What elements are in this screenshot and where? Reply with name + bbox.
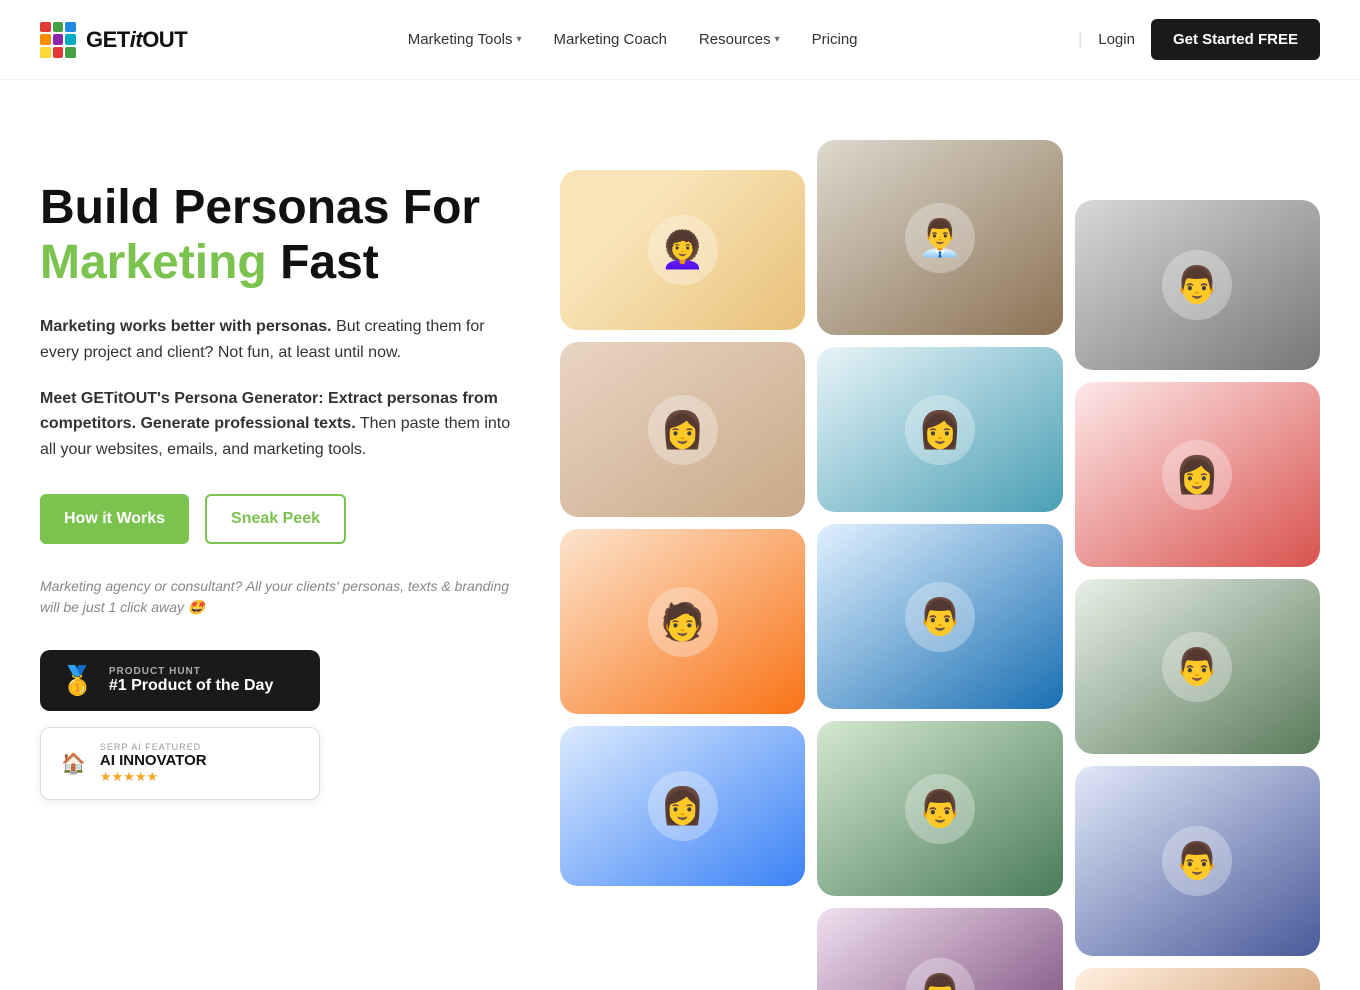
photo-col-1: 👩‍🦱 👩 🧑 👩 xyxy=(560,170,805,990)
how-it-works-button[interactable]: How it Works xyxy=(40,494,189,544)
person-photo-1: 👩‍🦱 xyxy=(560,170,805,330)
person-photo-4: 👩 xyxy=(560,342,805,517)
ai-innovator-badge[interactable]: 🏠 SERP AI Featured AI INNOVATOR ★★★★★ xyxy=(40,727,320,800)
person-icon-1: 👩‍🦱 xyxy=(648,215,718,285)
chevron-down-icon-2: ▾ xyxy=(775,34,780,45)
get-started-button[interactable]: Get Started FREE xyxy=(1151,19,1320,60)
person-icon-10: 👩 xyxy=(648,771,718,841)
person-photo-6: 👩 xyxy=(1075,382,1320,567)
person-photo-5: 👩 xyxy=(817,347,1062,512)
badges-container: 🥇 PRODUCT HUNT #1 Product of the Day 🏠 S… xyxy=(40,650,520,800)
person-icon-12: 👨 xyxy=(1162,826,1232,896)
logo[interactable]: GETitOUT xyxy=(40,22,187,58)
person-photo-11: 👨 xyxy=(817,721,1062,896)
person-photo-2: 👨‍💼 xyxy=(817,140,1062,335)
hero-description-2: Meet GETitOUT's Persona Generator: Extra… xyxy=(40,386,520,463)
ai-logo-icon: 🏠 xyxy=(61,751,86,776)
nav-actions: | Login Get Started FREE xyxy=(1078,19,1320,60)
logo-text: GETitOUT xyxy=(86,27,187,53)
hero-buttons: How it Works Sneak Peek xyxy=(40,494,520,544)
photo-col-3: 👨 👩 👨 👨 👩 xyxy=(1075,200,1320,990)
chevron-down-icon: ▾ xyxy=(517,34,522,45)
nav-link-pricing[interactable]: Pricing xyxy=(812,31,858,48)
medal-icon: 🥇 xyxy=(60,664,95,697)
product-hunt-badge[interactable]: 🥇 PRODUCT HUNT #1 Product of the Day xyxy=(40,650,320,711)
nav-links: Marketing Tools ▾ Marketing Coach Resour… xyxy=(408,31,858,48)
hero-title: Build Personas For Marketing Fast xyxy=(40,180,520,290)
person-icon-5: 👩 xyxy=(905,395,975,465)
nav-divider: | xyxy=(1078,31,1082,49)
hero-section: Build Personas For Marketing Fast Market… xyxy=(0,80,1360,990)
person-icon-6: 👩 xyxy=(1162,440,1232,510)
person-photo-7: 🧑 xyxy=(560,529,805,714)
logo-icon xyxy=(40,22,76,58)
navbar: GETitOUT Marketing Tools ▾ Marketing Coa… xyxy=(0,0,1360,80)
ph-badge-text: PRODUCT HUNT #1 Product of the Day xyxy=(109,666,273,695)
photo-col-2: 👨‍💼 👩 👨 👨 👨 xyxy=(817,140,1062,990)
person-photo-3: 👨 xyxy=(1075,200,1320,370)
person-photo-12: 👨 xyxy=(1075,766,1320,956)
hero-description-1: Marketing works better with personas. Bu… xyxy=(40,314,520,365)
nav-link-resources[interactable]: Resources ▾ xyxy=(699,31,780,48)
hero-subtext: Marketing agency or consultant? All your… xyxy=(40,576,520,618)
person-icon-14: 👨 xyxy=(905,958,975,990)
hero-left: Build Personas For Marketing Fast Market… xyxy=(40,140,520,800)
nav-link-marketing-tools[interactable]: Marketing Tools ▾ xyxy=(408,31,522,48)
hero-photo-grid: 👩‍🦱 👩 🧑 👩 👨‍💼 👩 👨 👨 xyxy=(560,140,1320,990)
person-icon-3: 👨 xyxy=(1162,250,1232,320)
person-photo-15: 👩 xyxy=(1075,968,1320,990)
person-icon-4: 👩 xyxy=(648,395,718,465)
person-photo-10: 👩 xyxy=(560,726,805,886)
login-button[interactable]: Login xyxy=(1098,31,1135,48)
person-photo-14: 👨 xyxy=(817,908,1062,990)
person-icon-2: 👨‍💼 xyxy=(905,203,975,273)
person-icon-11: 👨 xyxy=(905,774,975,844)
person-photo-8: 👨 xyxy=(817,524,1062,709)
person-icon-8: 👨 xyxy=(905,582,975,652)
nav-link-marketing-coach[interactable]: Marketing Coach xyxy=(554,31,667,48)
ai-badge-text: SERP AI Featured AI INNOVATOR ★★★★★ xyxy=(100,742,207,785)
sneak-peek-button[interactable]: Sneak Peek xyxy=(205,494,346,544)
person-photo-9: 👨 xyxy=(1075,579,1320,754)
person-icon-7: 🧑 xyxy=(648,587,718,657)
person-icon-9: 👨 xyxy=(1162,632,1232,702)
